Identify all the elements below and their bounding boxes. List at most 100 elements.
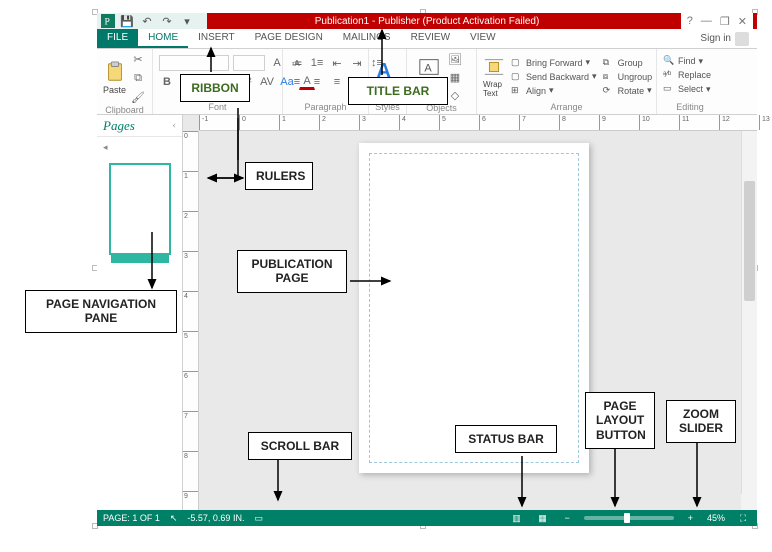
pages-pane-header: Pages ‹ <box>97 115 182 137</box>
callout-scrollbar: SCROLL BAR <box>248 432 352 460</box>
group-label-arrange: Arrange <box>483 102 650 114</box>
table-icon[interactable]: ▦ <box>447 69 463 85</box>
align-right-icon[interactable]: ≡ <box>329 74 345 90</box>
bring-forward-icon: ▢ <box>511 57 523 69</box>
save-icon[interactable]: 💾 <box>119 14 135 28</box>
ruler-tick: 8 <box>559 115 599 130</box>
callout-layout-button: PAGE LAYOUT BUTTON <box>585 392 655 449</box>
tab-view[interactable]: VIEW <box>460 29 506 48</box>
vertical-scrollbar[interactable] <box>741 131 757 494</box>
inc-indent-icon[interactable]: ⇥ <box>349 55 365 71</box>
dec-indent-icon[interactable]: ⇤ <box>329 55 345 71</box>
wrap-text-button[interactable]: Wrap Text <box>483 53 505 101</box>
ruler-tick: 8 <box>183 451 198 491</box>
ruler-tick: 0 <box>239 115 279 130</box>
tab-insert[interactable]: INSERT <box>188 29 245 48</box>
collapse-pane-icon[interactable]: ‹ <box>173 120 176 131</box>
callout-publication-page: PUBLICATION PAGE <box>237 250 347 293</box>
align-button[interactable]: ⊞Align▾ <box>511 85 597 97</box>
group-icon: ⧉ <box>603 57 615 69</box>
ruler-tick: 13 <box>759 115 772 130</box>
qat-more-icon[interactable]: ▾ <box>179 14 195 28</box>
ribbon-tabs: FILE HOME INSERT PAGE DESIGN MAILINGS RE… <box>97 29 757 49</box>
bullets-icon[interactable]: ≔ <box>289 55 305 71</box>
cut-icon[interactable]: ✂ <box>130 51 146 67</box>
callout-rulers: RULERS <box>245 162 313 190</box>
ruler-tick: 3 <box>183 251 198 291</box>
fit-page-button[interactable]: ⛶ <box>735 512 751 524</box>
page-info[interactable]: PAGE: 1 OF 1 <box>103 513 160 523</box>
tab-review[interactable]: REVIEW <box>401 29 460 48</box>
pages-pane-title: Pages <box>103 118 135 134</box>
align-icon: ⊞ <box>511 85 523 97</box>
format-painter-icon[interactable]: 🖌 <box>130 89 146 105</box>
align-center-icon[interactable]: ≡ <box>309 74 325 90</box>
ruler-tick: 10 <box>639 115 679 130</box>
pictures-icon[interactable]: 🖼 <box>447 51 463 67</box>
ruler-tick: 6 <box>479 115 519 130</box>
pointer-icon: ↖ <box>170 513 178 524</box>
minimize-button[interactable]: — <box>701 15 712 27</box>
font-size-combo[interactable] <box>233 55 265 71</box>
ruler-tick: 1 <box>183 171 198 211</box>
find-button[interactable]: 🔍Find▾ <box>663 55 703 67</box>
restore-button[interactable]: ❐ <box>720 15 730 28</box>
zoom-slider[interactable] <box>584 516 674 520</box>
two-page-view-button[interactable]: ▦ <box>534 512 550 524</box>
svg-text:P: P <box>105 17 110 28</box>
ungroup-button[interactable]: ⧈Ungroup <box>603 71 653 83</box>
undo-icon[interactable]: ↶ <box>139 14 155 28</box>
rotate-button[interactable]: ⟳Rotate▾ <box>603 85 653 97</box>
bring-forward-button[interactable]: ▢Bring Forward▾ <box>511 57 597 69</box>
tab-file[interactable]: FILE <box>97 29 138 48</box>
tab-page-design[interactable]: PAGE DESIGN <box>245 29 333 48</box>
redo-icon[interactable]: ↷ <box>159 14 175 28</box>
publication-page[interactable] <box>359 143 589 473</box>
char-spacing-icon[interactable]: AV <box>259 74 275 90</box>
zoom-out-button[interactable]: − <box>560 513 573 523</box>
shapes-icon[interactable]: ◇ <box>447 87 463 103</box>
ruler-tick: 4 <box>183 291 198 331</box>
ruler-tick: 5 <box>439 115 479 130</box>
pages-pane-body: ◂ 1 <box>97 137 182 265</box>
vertical-ruler[interactable]: 0123456789 <box>183 131 199 510</box>
send-backward-button[interactable]: ▢Send Backward▾ <box>511 71 597 83</box>
find-icon: 🔍 <box>663 55 675 67</box>
close-button[interactable]: ✕ <box>738 15 747 28</box>
group-arrange: Wrap Text ▢Bring Forward▾ ▢Send Backward… <box>477 49 657 114</box>
ruler-tick: 1 <box>279 115 319 130</box>
tab-home[interactable]: HOME <box>138 29 188 48</box>
copy-icon[interactable]: ⧉ <box>130 70 146 86</box>
paste-button[interactable]: Paste <box>103 54 126 102</box>
horizontal-ruler[interactable]: -1012345678910111213 <box>199 115 757 131</box>
paste-label: Paste <box>103 85 126 95</box>
page-thumbnail[interactable]: 1 <box>109 163 171 255</box>
expand-icon[interactable]: ◂ <box>97 142 108 152</box>
font-combo[interactable] <box>159 55 229 71</box>
ruler-tick: 6 <box>183 371 198 411</box>
scroll-corner <box>741 494 757 510</box>
single-page-view-button[interactable]: ▥ <box>508 512 524 524</box>
ruler-tick: 12 <box>719 115 759 130</box>
publisher-logo-icon: P <box>101 14 115 28</box>
group-clipboard: Paste ✂ ⧉ 🖌 Clipboard <box>97 49 153 114</box>
zoom-percentage[interactable]: 45% <box>707 513 725 523</box>
group-label-font: Font <box>159 102 276 114</box>
sign-in-label: Sign in <box>700 33 731 44</box>
sign-in-link[interactable]: Sign in <box>692 29 757 48</box>
group-button[interactable]: ⧉Group <box>603 57 653 69</box>
zoom-in-button[interactable]: + <box>684 513 697 523</box>
bold-icon[interactable]: B <box>159 74 175 90</box>
zoom-slider-knob[interactable] <box>624 513 630 523</box>
replace-button[interactable]: ᵃ⁄ᵇReplace <box>663 69 711 81</box>
help-button[interactable]: ? <box>687 15 693 27</box>
align-left-icon[interactable]: ≡ <box>289 74 305 90</box>
select-button[interactable]: ▭Select▾ <box>663 83 711 95</box>
paste-icon <box>104 61 126 83</box>
svg-text:A: A <box>424 63 432 75</box>
tab-mailings[interactable]: MAILINGS <box>333 29 401 48</box>
ruler-tick: 4 <box>399 115 439 130</box>
body-area: Pages ‹ ◂ 1 -1012345678910111213 0123456… <box>97 115 757 510</box>
numbering-icon[interactable]: 1≡ <box>309 55 325 71</box>
scrollbar-thumb[interactable] <box>744 181 755 301</box>
